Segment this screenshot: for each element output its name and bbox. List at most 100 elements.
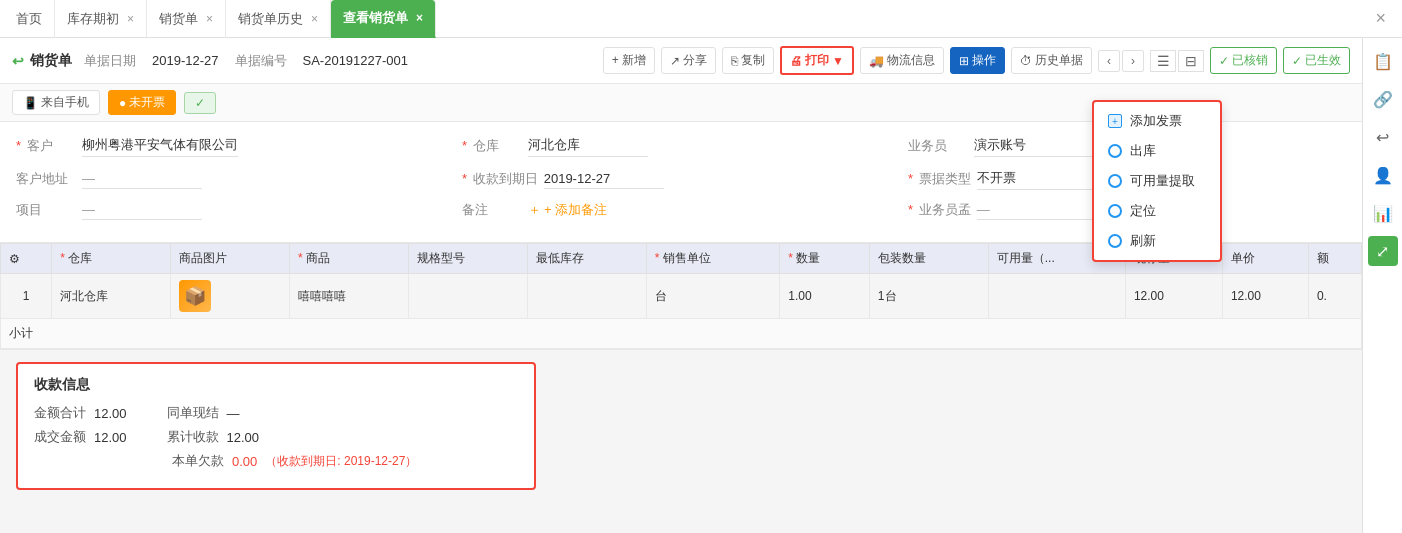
address-value[interactable]: — <box>82 169 202 189</box>
add-note-button[interactable]: ＋ + 添加备注 <box>528 201 607 219</box>
copy-button[interactable]: ⎘ 复制 <box>722 47 774 74</box>
doc-header: ↩ 销货单 单据日期 2019-12-27 单据编号 SA-20191227-0… <box>0 38 1362 84</box>
new-button[interactable]: + 新增 <box>603 47 655 74</box>
payment-box: 收款信息 金额合计 12.00 同单现结 — 成交金额 12.00 累计收款 1… <box>16 362 536 490</box>
invoice-icon: + <box>1108 114 1122 128</box>
arrears-note: （收款到期日: 2019-12-27） <box>265 453 417 470</box>
from-phone-button[interactable]: 📱 来自手机 <box>12 90 100 115</box>
grid-view-button[interactable]: ⊟ <box>1178 50 1204 72</box>
ticket-required: * <box>908 171 913 186</box>
print-button[interactable]: 🖨 打印 ▼ <box>780 46 854 75</box>
row-num: 1 <box>1 274 52 319</box>
dropdown-add-invoice-label: 添加发票 <box>1130 112 1182 130</box>
not-opened-button[interactable]: ● 未开票 <box>108 90 176 115</box>
tab-sales[interactable]: 销货单 × <box>147 0 226 38</box>
payment-row-2: 成交金额 12.00 累计收款 12.00 <box>34 428 518 446</box>
list-view-button[interactable]: ☰ <box>1150 50 1176 72</box>
sidebar-expand-icon[interactable]: ⤢ <box>1368 236 1398 266</box>
tab-inventory[interactable]: 库存期初 × <box>55 0 147 38</box>
row-min-stock <box>527 274 646 319</box>
doc-type-icon: ↩ <box>12 53 24 69</box>
ticket-value[interactable]: 不开票 <box>977 167 1097 190</box>
dropdown-add-invoice[interactable]: + 添加发票 <box>1094 106 1220 136</box>
dropdown-refresh[interactable]: 刷新 <box>1094 226 1220 256</box>
sidebar-user-icon[interactable]: 👤 <box>1368 160 1398 190</box>
customer-required: * <box>16 138 21 153</box>
prev-button[interactable]: ‹ <box>1098 50 1120 72</box>
next-button[interactable]: › <box>1122 50 1144 72</box>
subtotal-row: 小计 <box>1 319 1362 349</box>
tab-view-sales[interactable]: 查看销货单 × <box>331 0 436 38</box>
tab-home[interactable]: 首页 <box>8 0 55 38</box>
dropdown-outbound-label: 出库 <box>1130 142 1156 160</box>
sold-button[interactable]: ✓ 已核销 <box>1210 47 1277 74</box>
col-price: 单价 <box>1222 244 1308 274</box>
sidebar-link-icon[interactable]: 🔗 <box>1368 84 1398 114</box>
tab-sales-close[interactable]: × <box>206 12 213 26</box>
dropdown-locate[interactable]: 定位 <box>1094 196 1220 226</box>
date-value: 2019-12-27 <box>152 53 219 68</box>
green-check-icon: ✓ <box>195 96 205 110</box>
tab-sales-history[interactable]: 销货单历史 × <box>226 0 331 38</box>
tab-home-label: 首页 <box>16 10 42 28</box>
available-qty-icon <box>1108 174 1122 188</box>
copy-icon: ⎘ <box>731 54 738 68</box>
share-button[interactable]: ↗ 分享 <box>661 47 716 74</box>
table-row: 1 河北仓库 📦 嘻嘻嘻嘻 台 1.00 1台 12.00 12.00 0. <box>1 274 1362 319</box>
accumulated-value: 12.00 <box>227 430 260 445</box>
dropdown-locate-label: 定位 <box>1130 202 1156 220</box>
check-icon: ✓ <box>1219 54 1229 68</box>
warehouse-value[interactable]: 河北仓库 <box>528 134 648 157</box>
doc-meta: 单据日期 2019-12-27 单据编号 SA-20191227-001 <box>84 52 408 70</box>
dropdown-outbound[interactable]: 出库 <box>1094 136 1220 166</box>
logistics-button[interactable]: 🚚 物流信息 <box>860 47 944 74</box>
col-spec: 规格型号 <box>408 244 527 274</box>
due-date-value[interactable]: 2019-12-27 <box>544 169 664 189</box>
tab-view-sales-label: 查看销货单 <box>343 9 408 27</box>
window-close-button[interactable]: × <box>1367 8 1394 29</box>
staff2-value[interactable]: — <box>977 200 1097 220</box>
check2-icon: ✓ <box>1292 54 1302 68</box>
col-warehouse: 仓库 <box>52 244 171 274</box>
col-pack-qty: 包装数量 <box>869 244 988 274</box>
sidebar-return-icon[interactable]: ↩ <box>1368 122 1398 152</box>
outbound-icon <box>1108 144 1122 158</box>
history-icon: ⏱ <box>1020 54 1032 68</box>
tab-view-sales-close[interactable]: × <box>416 11 423 25</box>
transaction-label: 成交金额 <box>34 428 86 446</box>
sidebar-clipboard-icon[interactable]: 📋 <box>1368 46 1398 76</box>
row-product: 嘻嘻嘻嘻 <box>289 274 408 319</box>
dropdown-available-qty-label: 可用量提取 <box>1130 172 1195 190</box>
col-image: 商品图片 <box>171 244 290 274</box>
history-button[interactable]: ⏱ 历史单据 <box>1011 47 1092 74</box>
print-dropdown-icon: ▼ <box>832 54 844 68</box>
total-label: 金额合计 <box>34 404 86 422</box>
header-actions: + 新增 ↗ 分享 ⎘ 复制 🖨 打印 ▼ 🚚 物流信息 ⊞ 操作 <box>603 46 1350 75</box>
customer-field: * 客户 柳州粤港平安气体有限公司 <box>16 134 454 157</box>
tab-sales-history-close[interactable]: × <box>311 12 318 26</box>
customer-value[interactable]: 柳州粤港平安气体有限公司 <box>82 134 238 157</box>
tab-bar: 首页 库存期初 × 销货单 × 销货单历史 × 查看销货单 × × <box>0 0 1402 38</box>
product-image: 📦 <box>179 280 211 312</box>
project-label: 项目 <box>16 201 76 219</box>
row-price: 12.00 <box>1222 274 1308 319</box>
total-amount-item: 金额合计 12.00 <box>34 404 127 422</box>
dropdown-available-qty[interactable]: 可用量提取 <box>1094 166 1220 196</box>
row-current: 12.00 <box>1125 274 1222 319</box>
staff-value[interactable]: 演示账号 <box>974 134 1094 157</box>
transaction-item: 成交金额 12.00 <box>34 428 127 446</box>
address-field: 客户地址 — <box>16 169 454 189</box>
operations-button[interactable]: ⊞ 操作 <box>950 47 1005 74</box>
check-button[interactable]: ✓ <box>184 92 216 114</box>
plus-icon: ＋ <box>528 201 541 219</box>
transaction-value: 12.00 <box>94 430 127 445</box>
customer-label: * 客户 <box>16 137 76 155</box>
tab-inventory-close[interactable]: × <box>127 12 134 26</box>
effective-button[interactable]: ✓ 已生效 <box>1283 47 1350 74</box>
sidebar-chart-icon[interactable]: 📊 <box>1368 198 1398 228</box>
same-order-item: 同单现结 — <box>167 404 240 422</box>
number-label: 单据编号 <box>235 52 287 70</box>
project-value[interactable]: — <box>82 200 202 220</box>
due-date-field: * 收款到期日 2019-12-27 <box>462 169 900 189</box>
warehouse-required: * <box>462 138 467 153</box>
